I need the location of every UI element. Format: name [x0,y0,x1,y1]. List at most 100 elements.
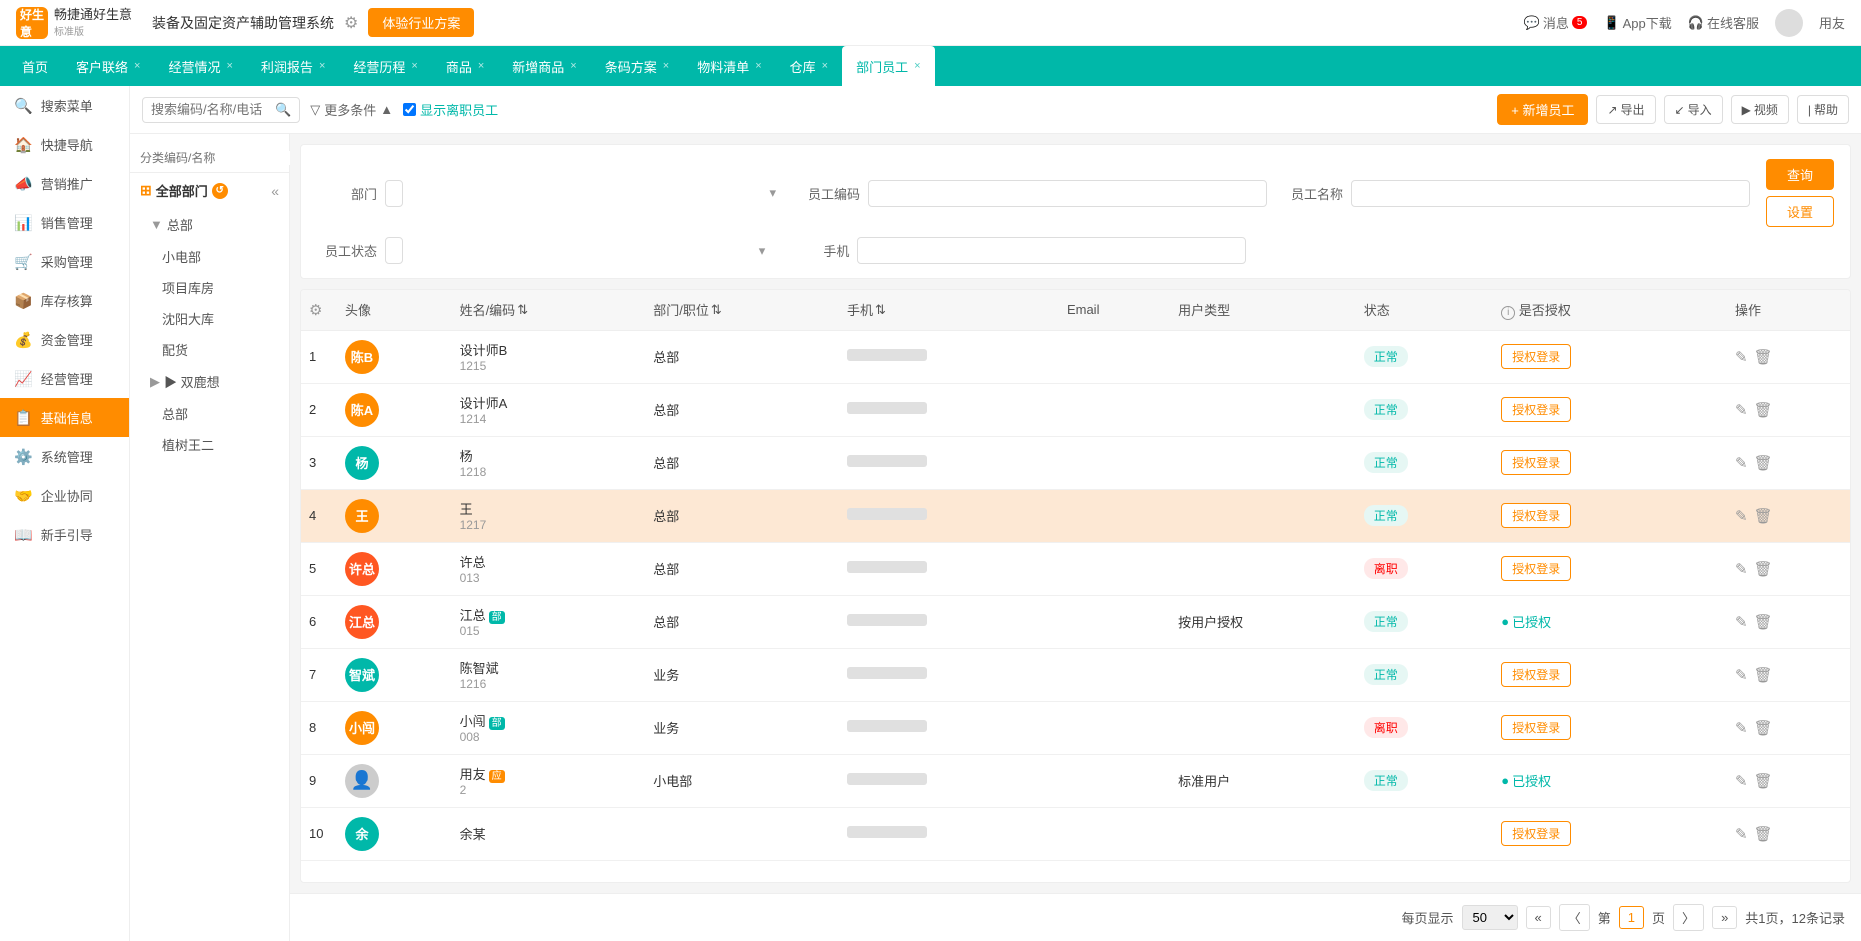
auth-button[interactable]: 授权登录 [1501,715,1571,740]
export-button[interactable]: ↗ 导出 [1596,95,1655,124]
col-settings-icon[interactable]: ⚙ [309,302,322,319]
sidebar-item-新手引导[interactable]: 📖新手引导 [0,515,129,554]
sidebar-item-搜索菜单[interactable]: 🔍搜索菜单 [0,86,129,125]
auth-button[interactable]: 授权登录 [1501,821,1571,846]
last-page-btn[interactable]: » [1712,906,1737,929]
sidebar-item-系统管理[interactable]: ⚙️系统管理 [0,437,129,476]
add-employee-button[interactable]: + 新增员工 [1497,94,1588,125]
dept-sub-node-小电部[interactable]: 小电部 [130,241,289,272]
dept-sub-node-植树王二[interactable]: 植树王二 [130,429,289,460]
import-button[interactable]: ↙ 导入 [1664,95,1723,124]
dept-sub-node-项目库房[interactable]: 项目库房 [130,272,289,303]
edit-button[interactable]: ✎ [1735,348,1748,366]
show-resigned-checkbox[interactable]: 显示离职员工 [403,100,498,119]
dept-refresh-icon[interactable]: ↺ [212,183,228,199]
auth-button[interactable]: 授权登录 [1501,450,1571,475]
set-button[interactable]: 设置 [1766,196,1834,227]
message-btn[interactable]: 💬 消息 5 [1524,13,1588,32]
resigned-checkbox-input[interactable] [403,103,416,116]
dept-node-▶ 双鹿想[interactable]: ▶ ▶ 双鹿想 [130,365,289,398]
tab-close-icon[interactable]: × [134,60,140,72]
sidebar-item-企业协同[interactable]: 🤝企业协同 [0,476,129,515]
delete-button[interactable]: 🗑 [1754,454,1773,472]
col-settings[interactable]: ⚙ [301,290,337,330]
nav-tab-客户联络[interactable]: 客户联络× [62,46,154,86]
col-dept[interactable]: 部门/职位 ⇅ [645,290,839,330]
nav-tab-经营历程[interactable]: 经营历程× [339,46,431,86]
delete-button[interactable]: 🗑 [1754,825,1773,843]
prev-page-btn[interactable]: 〈 [1559,904,1590,931]
tab-close-icon[interactable]: × [822,60,828,72]
sidebar-item-资金管理[interactable]: 💰资金管理 [0,320,129,359]
tab-close-icon[interactable]: × [411,60,417,72]
more-conditions-btn[interactable]: ▽ 更多条件 ▲ [310,100,393,119]
sidebar-item-库存核算[interactable]: 📦库存核算 [0,281,129,320]
edit-button[interactable]: ✎ [1735,772,1748,790]
tab-close-icon[interactable]: × [570,60,576,72]
tab-close-icon[interactable]: × [478,60,484,72]
emp-code-input[interactable] [868,180,1267,207]
nav-tab-仓库[interactable]: 仓库× [776,46,842,86]
dept-all-btn[interactable]: ⊞ 全部部门 ↺ [140,181,228,200]
query-button[interactable]: 查询 [1766,159,1834,190]
next-page-btn[interactable]: 〉 [1673,904,1704,931]
nav-tab-首页[interactable]: 首页 [8,46,62,86]
delete-button[interactable]: 🗑 [1754,560,1773,578]
delete-button[interactable]: 🗑 [1754,719,1773,737]
settings-icon[interactable]: ⚙ [344,13,358,33]
tab-close-icon[interactable]: × [226,60,232,72]
tab-close-icon[interactable]: × [914,60,920,72]
sidebar-item-基础信息[interactable]: 📋基础信息 [0,398,129,437]
sidebar-item-营销推广[interactable]: 📣营销推广 [0,164,129,203]
auth-button[interactable]: 授权登录 [1501,344,1571,369]
delete-button[interactable]: 🗑 [1754,772,1773,790]
edit-button[interactable]: ✎ [1735,560,1748,578]
delete-button[interactable]: 🗑 [1754,348,1773,366]
sidebar-item-经营管理[interactable]: 📈经营管理 [0,359,129,398]
first-page-btn[interactable]: « [1526,906,1551,929]
tab-close-icon[interactable]: × [319,60,325,72]
dept-sub-node-沈阳大库[interactable]: 沈阳大库 [130,303,289,334]
current-page[interactable]: 1 [1619,906,1644,929]
nav-tab-新增商品[interactable]: 新增商品× [498,46,590,86]
delete-button[interactable]: 🗑 [1754,401,1773,419]
auth-button[interactable]: 授权登录 [1501,662,1571,687]
delete-button[interactable]: 🗑 [1754,666,1773,684]
online-service-btn[interactable]: 🎧 在线客服 [1688,13,1759,32]
edit-button[interactable]: ✎ [1735,454,1748,472]
video-button[interactable]: ▶ 视频 [1731,95,1789,124]
edit-button[interactable]: ✎ [1735,825,1748,843]
nav-tab-商品[interactable]: 商品× [432,46,498,86]
col-phone[interactable]: 手机 ⇅ [839,290,1059,330]
col-name[interactable]: 姓名/编码 ⇅ [452,290,646,330]
nav-tab-物料清单[interactable]: 物料清单× [683,46,775,86]
sidebar-item-快捷导航[interactable]: 🏠快捷导航 [0,125,129,164]
dept-sub-node-总部[interactable]: 总部 [130,398,289,429]
auth-button[interactable]: 授权登录 [1501,556,1571,581]
dept-sub-node-配货[interactable]: 配货 [130,334,289,365]
nav-tab-部门员工[interactable]: 部门员工× [842,46,934,86]
auth-button[interactable]: 授权登录 [1501,503,1571,528]
search-input[interactable] [151,102,271,117]
edit-button[interactable]: ✎ [1735,613,1748,631]
search-box[interactable]: 🔍 [142,97,300,123]
tab-close-icon[interactable]: × [755,60,761,72]
dept-select[interactable] [385,180,403,207]
delete-button[interactable]: 🗑 [1754,613,1773,631]
tab-close-icon[interactable]: × [663,60,669,72]
emp-name-input[interactable] [1351,180,1750,207]
edit-button[interactable]: ✎ [1735,507,1748,525]
auth-info-icon[interactable]: i [1501,306,1515,320]
delete-button[interactable]: 🗑 [1754,507,1773,525]
sidebar-item-采购管理[interactable]: 🛒采购管理 [0,242,129,281]
emp-status-select[interactable] [385,237,403,264]
nav-tab-经营情况[interactable]: 经营情况× [154,46,246,86]
dept-node-总部[interactable]: ▼ 总部 [130,208,289,241]
dept-collapse-btn[interactable]: « [271,183,279,199]
nav-tab-利润报告[interactable]: 利润报告× [247,46,339,86]
edit-button[interactable]: ✎ [1735,401,1748,419]
nav-tab-条码方案[interactable]: 条码方案× [591,46,683,86]
search-icon[interactable]: 🔍 [275,102,291,118]
dept-search-input[interactable] [140,151,295,165]
app-download-btn[interactable]: 📱 App下载 [1603,13,1671,32]
